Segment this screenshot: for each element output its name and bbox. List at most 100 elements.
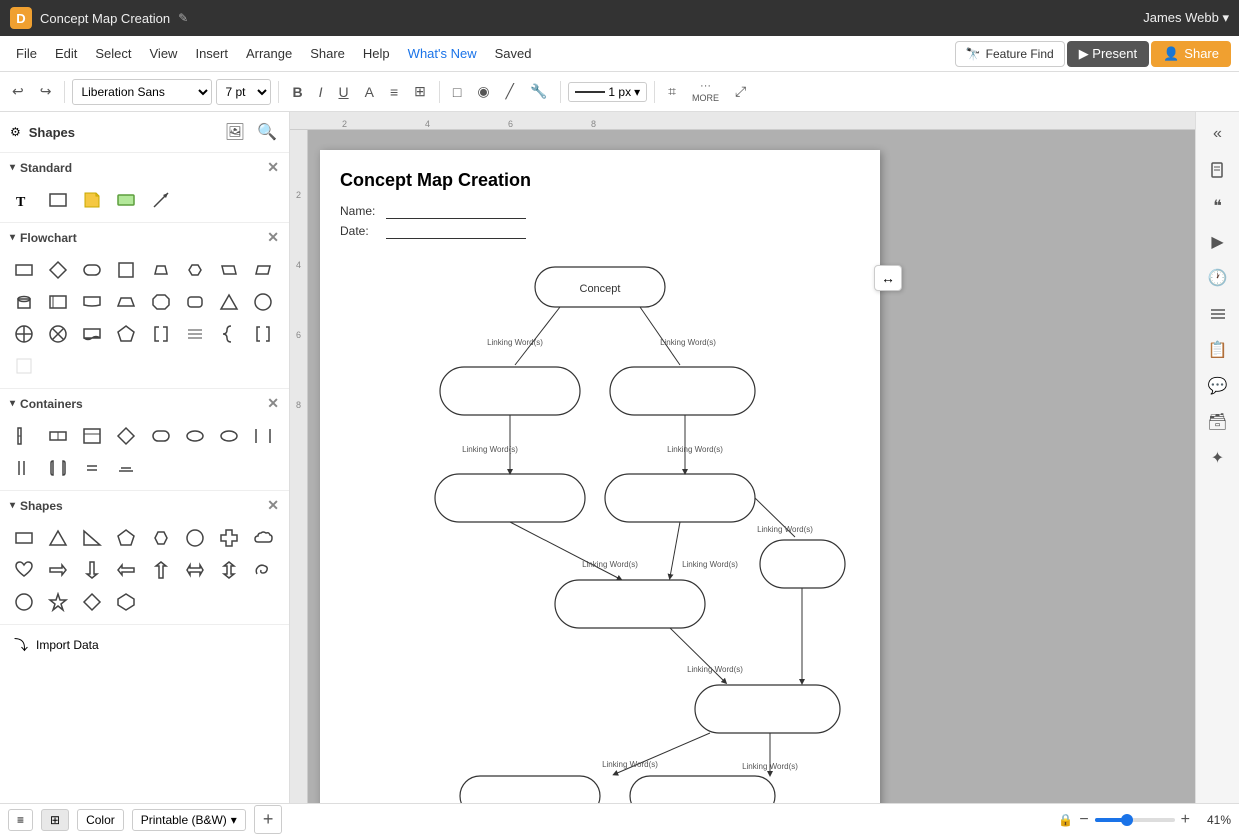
rs-comments-btn[interactable]: 💬	[1202, 370, 1234, 402]
ct-6[interactable]	[181, 422, 209, 450]
font-family-select[interactable]: Liberation Sans	[72, 79, 212, 105]
section-shapes[interactable]: ▾ Shapes ✕	[0, 491, 289, 520]
stroke-preview[interactable]: 1 px ▾	[568, 82, 647, 102]
align-button[interactable]: ≡	[384, 80, 404, 104]
add-page-button[interactable]: +	[254, 805, 283, 834]
sh-heart[interactable]	[10, 556, 38, 584]
canvas-area[interactable]: 2 4 6 8 2 4 6 8 Concept Map Creation Nam…	[290, 112, 1195, 803]
italic-button[interactable]: I	[313, 80, 329, 104]
sh-cloud[interactable]	[249, 524, 277, 552]
rs-autoformat-btn[interactable]: ✦	[1202, 442, 1234, 474]
search-shapes-button[interactable]: 🔍	[255, 120, 279, 144]
section-standard[interactable]: ▾ Standard ✕	[0, 153, 289, 182]
sh-diamond[interactable]	[78, 588, 106, 616]
rs-layers-btn[interactable]	[1202, 298, 1234, 330]
fc-brace[interactable]	[215, 320, 243, 348]
ct-4[interactable]	[112, 422, 140, 450]
fc-rect[interactable]	[10, 256, 38, 284]
sh-pent[interactable]	[112, 524, 140, 552]
zoom-in-button[interactable]: +	[1181, 811, 1190, 829]
rs-notes-btn[interactable]: 📋	[1202, 334, 1234, 366]
shape-note[interactable]	[78, 186, 106, 214]
sh-star[interactable]	[44, 588, 72, 616]
sh-loop[interactable]	[249, 556, 277, 584]
fullscreen-button[interactable]: ⤢	[729, 79, 752, 104]
shape-rect[interactable]	[44, 186, 72, 214]
name-underline[interactable]	[386, 203, 526, 219]
more-button[interactable]: ···MORE	[686, 76, 725, 108]
fc-tri[interactable]	[215, 288, 243, 316]
menu-whats-new[interactable]: What's New	[400, 42, 485, 65]
menu-select[interactable]: Select	[87, 42, 139, 65]
fc-wave[interactable]	[78, 320, 106, 348]
fc-rounded-rect[interactable]	[78, 256, 106, 284]
sh-plus[interactable]	[215, 524, 243, 552]
fc-oct[interactable]	[147, 288, 175, 316]
sh-udarrow[interactable]	[215, 556, 243, 584]
sh-uarrow[interactable]	[147, 556, 175, 584]
fc-para[interactable]	[215, 256, 243, 284]
fc-circle[interactable]	[249, 288, 277, 316]
menu-saved[interactable]: Saved	[487, 42, 540, 65]
sh-circle2[interactable]	[10, 588, 38, 616]
bold-button[interactable]: B	[286, 80, 308, 104]
fc-white[interactable]	[10, 352, 38, 380]
zoom-out-button[interactable]: −	[1079, 811, 1088, 829]
present-button[interactable]: ▶ Present	[1067, 41, 1149, 67]
ct-5[interactable]	[147, 422, 175, 450]
ct-11[interactable]	[78, 454, 106, 482]
rs-collapse-btn[interactable]: «	[1202, 118, 1234, 150]
format-button[interactable]: 🔧	[524, 79, 553, 104]
redo-button[interactable]: ↪	[34, 79, 58, 104]
fc-trapezoid[interactable]	[147, 256, 175, 284]
grid-view-button[interactable]: ⊞	[41, 809, 69, 831]
date-underline[interactable]	[386, 223, 526, 239]
ct-10[interactable]	[44, 454, 72, 482]
sh-circ[interactable]	[181, 524, 209, 552]
sh-lrarrow[interactable]	[181, 556, 209, 584]
page-size-button[interactable]: Printable (B&W) ▾	[132, 809, 246, 831]
menu-insert[interactable]: Insert	[187, 42, 236, 65]
fc-diamond[interactable]	[44, 256, 72, 284]
share-button[interactable]: 👤 Share	[1151, 41, 1231, 67]
list-view-button[interactable]: ≡	[8, 809, 33, 831]
fc-pent[interactable]	[112, 320, 140, 348]
fc-sq-bracket[interactable]	[249, 320, 277, 348]
fc-plus[interactable]	[10, 320, 38, 348]
rs-data-btn[interactable]: 🗃	[1202, 406, 1234, 438]
fill-color-button[interactable]: ◉	[471, 79, 495, 104]
expand-arrows-icon[interactable]: ↔	[881, 270, 895, 286]
ct-2[interactable]	[44, 422, 72, 450]
fc-tape[interactable]	[78, 288, 106, 316]
sh-hex[interactable]	[147, 524, 175, 552]
fc-rskew[interactable]	[249, 256, 277, 284]
user-menu[interactable]: James Webb ▾	[1143, 10, 1229, 26]
menu-edit[interactable]: Edit	[47, 42, 85, 65]
menu-arrange[interactable]: Arrange	[238, 42, 300, 65]
rs-pages-btn[interactable]	[1202, 154, 1234, 186]
fc-cyl[interactable]	[10, 288, 38, 316]
font-color-button[interactable]: A	[359, 80, 380, 104]
fc-bracket[interactable]	[147, 320, 175, 348]
import-data-section[interactable]: ⤵ Import Data	[0, 624, 289, 665]
zoom-slider[interactable]	[1095, 818, 1175, 822]
undo-button[interactable]: ↩	[6, 79, 30, 104]
ct-1[interactable]	[10, 422, 38, 450]
sh-rect[interactable]	[10, 524, 38, 552]
text-align-button[interactable]: ⊞	[408, 79, 432, 104]
shape-text[interactable]: T	[10, 186, 38, 214]
shape-outline-button[interactable]: □	[447, 80, 467, 104]
fc-hex[interactable]	[181, 256, 209, 284]
fc-xcirc[interactable]	[44, 320, 72, 348]
image-search-icon[interactable]: 🖼	[223, 120, 247, 144]
rs-history-btn[interactable]: 🕐	[1202, 262, 1234, 294]
sh-rarrow[interactable]	[44, 556, 72, 584]
underline-button[interactable]: U	[332, 80, 354, 104]
section-flowchart-close[interactable]: ✕	[267, 229, 279, 246]
sh-rtri[interactable]	[78, 524, 106, 552]
menu-help[interactable]: Help	[355, 42, 398, 65]
rs-present-btn[interactable]: ▶	[1202, 226, 1234, 258]
shape-process[interactable]	[112, 186, 140, 214]
font-size-select[interactable]: 7 pt 8 pt 10 pt 12 pt	[216, 79, 271, 105]
menu-view[interactable]: View	[142, 42, 186, 65]
